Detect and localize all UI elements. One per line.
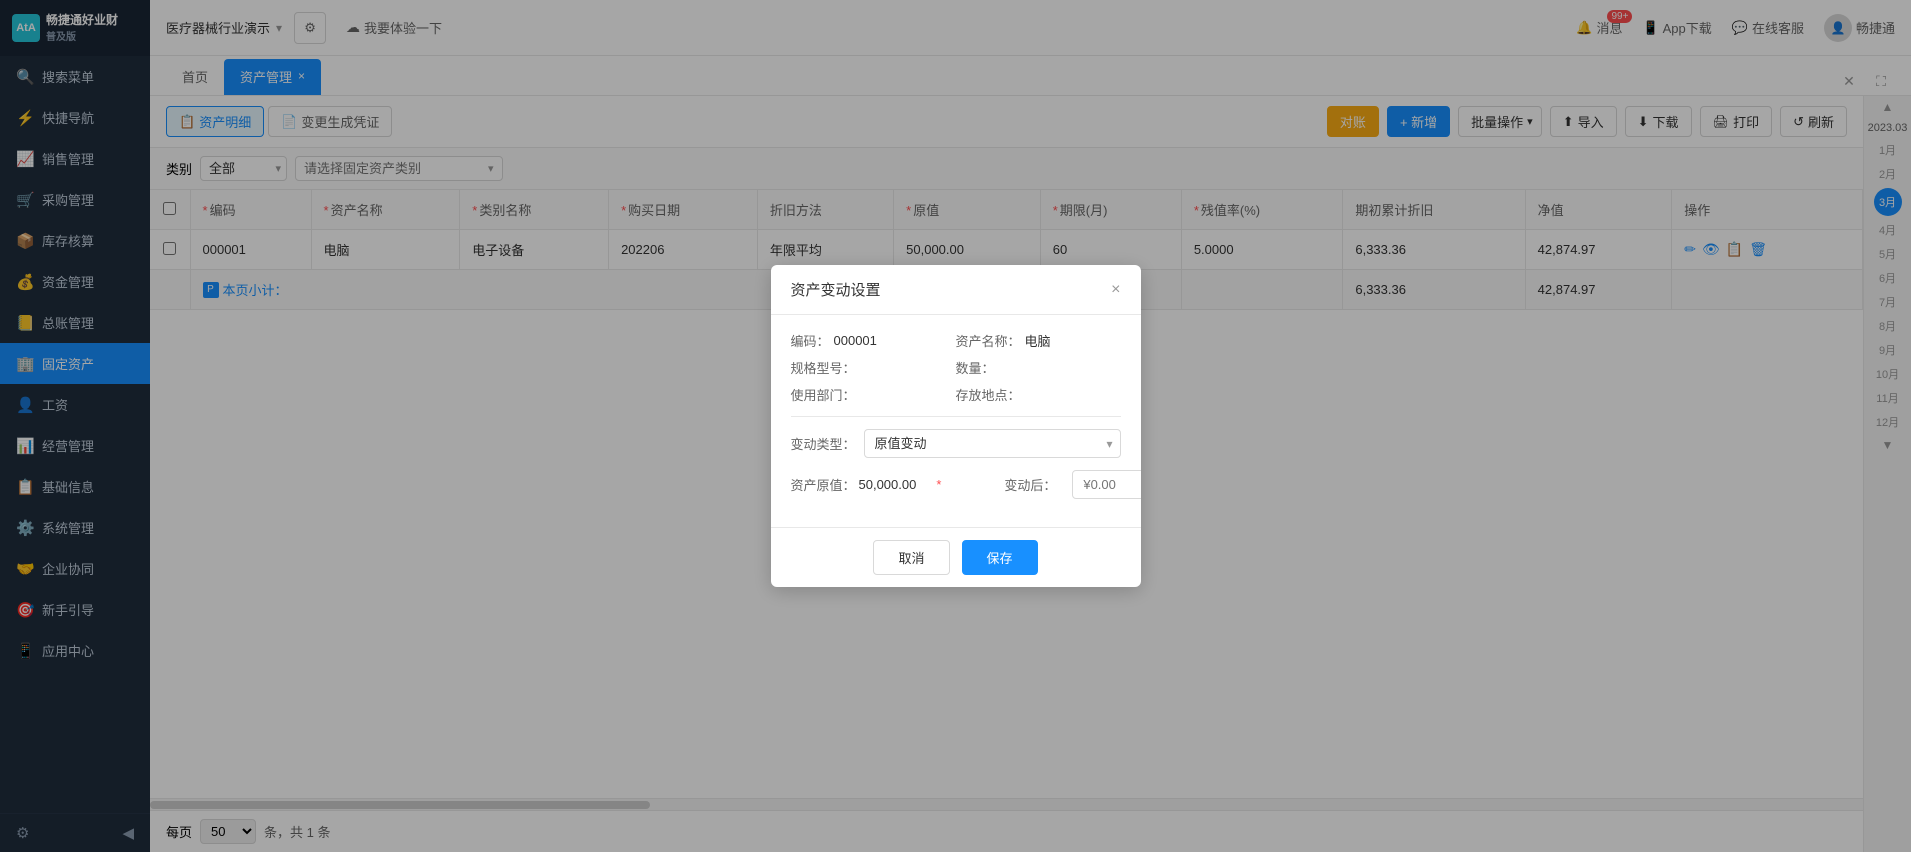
dialog-title: 资产变动设置 [791, 279, 881, 300]
change-type-select[interactable]: 原值变动 期限变动 残值率变动 [864, 429, 1121, 458]
after-required-star: * [936, 477, 996, 492]
dialog-code-item: 编码： 000001 [791, 331, 956, 350]
change-type-label: 变动类型： [791, 434, 856, 453]
dialog-footer: 取消 保存 [771, 527, 1141, 587]
cancel-button[interactable]: 取消 [873, 540, 949, 575]
dialog-overlay: 资产变动设置 × 编码： 000001 资产名称： 电脑 规格型号： 数量： [0, 0, 1911, 852]
asset-name-value: 电脑 [1025, 331, 1051, 350]
dialog-name-item: 资产名称： 电脑 [956, 331, 1121, 350]
code-label: 编码： [791, 331, 830, 350]
original-value-label: 资产原值： [791, 475, 851, 494]
spec-label: 规格型号： [791, 358, 856, 377]
dialog-dept-item: 使用部门： [791, 385, 956, 404]
save-button[interactable]: 保存 [962, 540, 1038, 575]
original-value-display: 50,000.00 [859, 477, 917, 492]
after-label: 变动后： [1004, 475, 1064, 494]
change-type-field: 变动类型： 原值变动 期限变动 残值率变动 ▾ [791, 429, 1121, 458]
dialog-info-grid: 编码： 000001 资产名称： 电脑 规格型号： 数量： 使用部门： [791, 331, 1121, 404]
asset-change-dialog: 资产变动设置 × 编码： 000001 资产名称： 电脑 规格型号： 数量： [771, 265, 1141, 587]
asset-name-label: 资产名称： [956, 331, 1021, 350]
location-label: 存放地点： [956, 385, 1021, 404]
dialog-divider [791, 416, 1121, 417]
dept-label: 使用部门： [791, 385, 856, 404]
dialog-location-item: 存放地点： [956, 385, 1121, 404]
dialog-body: 编码： 000001 资产名称： 电脑 规格型号： 数量： 使用部门： [771, 315, 1141, 527]
dialog-close-button[interactable]: × [1111, 281, 1120, 299]
original-value-field: 资产原值： 50,000.00 * 变动后： [791, 470, 1121, 499]
dialog-header: 资产变动设置 × [771, 265, 1141, 315]
dialog-quantity-item: 数量： [956, 358, 1121, 377]
change-type-select-wrap: 原值变动 期限变动 残值率变动 ▾ [864, 429, 1121, 458]
code-value: 000001 [834, 333, 877, 348]
after-value-input[interactable] [1072, 470, 1140, 499]
quantity-label: 数量： [956, 358, 995, 377]
dialog-spec-item: 规格型号： [791, 358, 956, 377]
